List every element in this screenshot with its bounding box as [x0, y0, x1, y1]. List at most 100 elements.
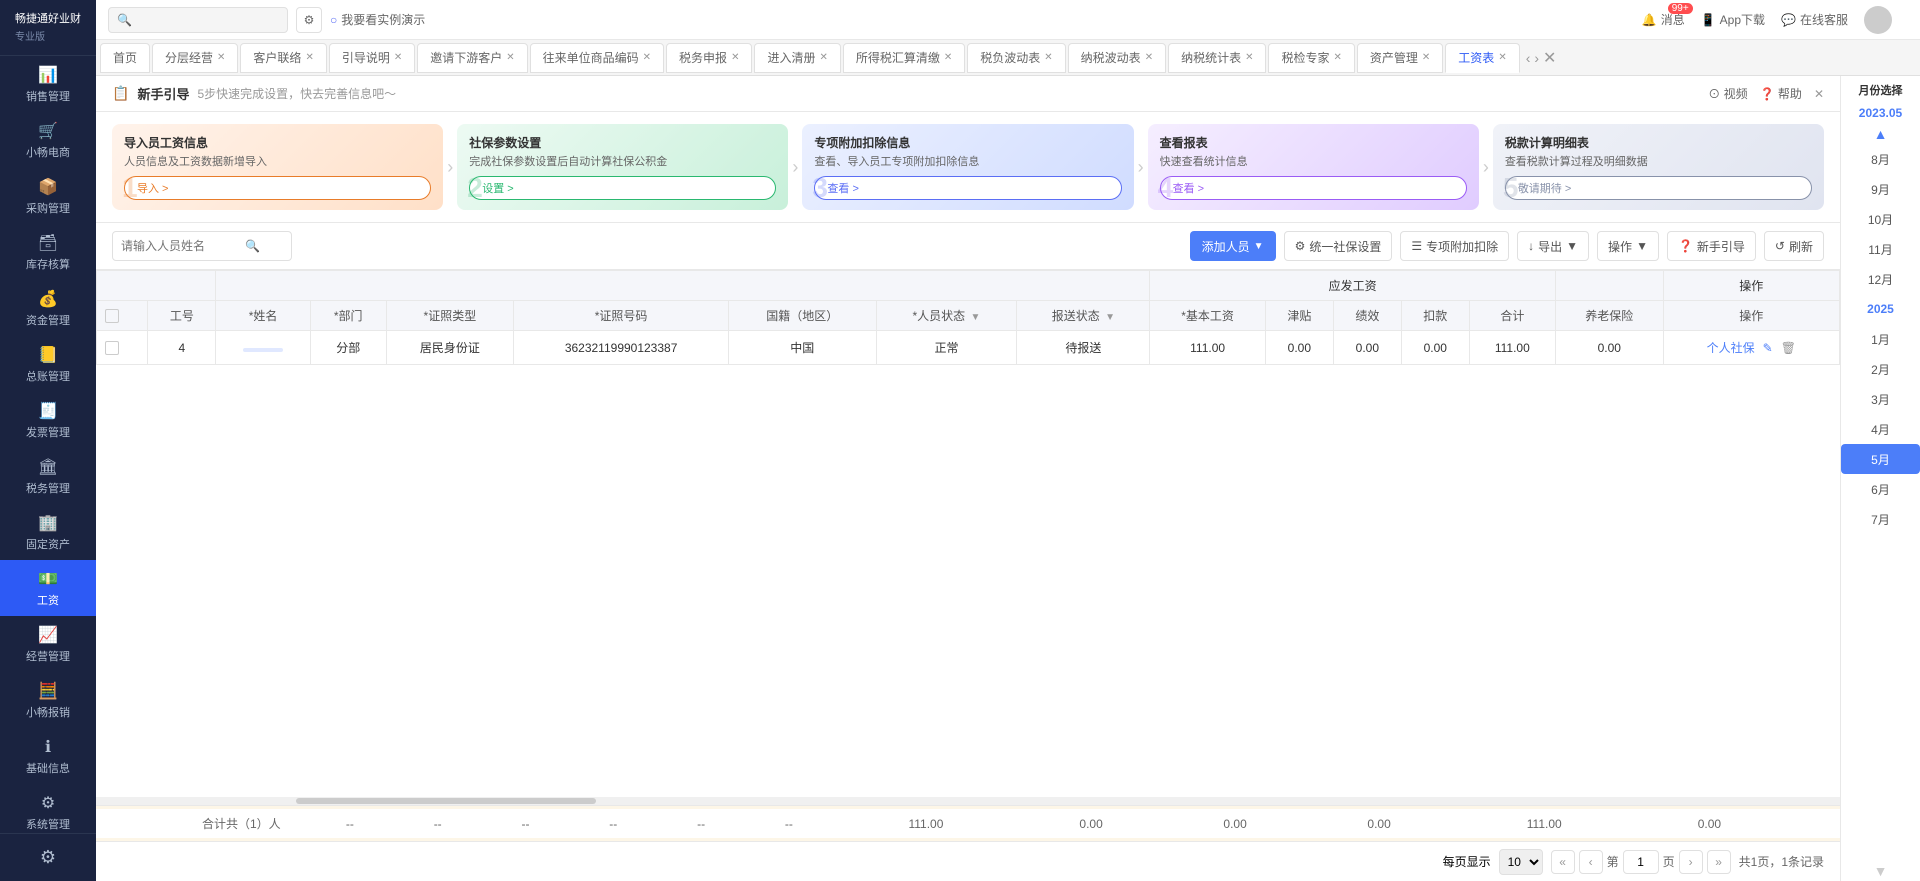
month-item-2月[interactable]: 2月: [1841, 354, 1920, 384]
special-deduction-button[interactable]: ☰ 专项附加扣除: [1400, 231, 1509, 261]
tab-close-icon[interactable]: ✕: [1044, 52, 1052, 63]
operation-button[interactable]: 操作 ▼: [1597, 231, 1659, 261]
tab-close-icon[interactable]: ✕: [1245, 52, 1253, 63]
sidebar-item-固定资产[interactable]: 🏢 固定资产: [0, 504, 96, 560]
tab-税负波动表[interactable]: 税负波动表✕: [967, 43, 1065, 73]
tab-close-icon[interactable]: ✕: [1145, 52, 1153, 63]
month-nav-down-button[interactable]: ▼: [1872, 861, 1890, 881]
month-item-7月[interactable]: 7月: [1841, 504, 1920, 534]
month-item-11月[interactable]: 11月: [1841, 234, 1920, 264]
report-status-filter-icon[interactable]: ▼: [1105, 312, 1115, 323]
tab-close-icon[interactable]: ✕: [944, 52, 952, 63]
tab-客户联络[interactable]: 客户联络✕: [240, 43, 326, 73]
guide-help[interactable]: ❓ 帮助: [1760, 85, 1802, 102]
tab-close-icon[interactable]: ✕: [1498, 52, 1506, 63]
status-filter-icon[interactable]: ▼: [971, 312, 981, 323]
month-item-4月[interactable]: 4月: [1841, 414, 1920, 444]
social-security-settings-button[interactable]: ⚙ 统一社保设置: [1284, 231, 1393, 261]
tab-close-icon[interactable]: ✕: [394, 52, 402, 63]
sidebar-item-税务管理[interactable]: 🏛 税务管理: [0, 448, 96, 504]
sidebar-item-经营管理[interactable]: 📈 经营管理: [0, 616, 96, 672]
sidebar-item-采购管理[interactable]: 📦 采购管理: [0, 168, 96, 224]
sidebar-item-发票管理[interactable]: 🧾 发票管理: [0, 392, 96, 448]
tab-进入清册[interactable]: 进入清册✕: [754, 43, 840, 73]
page-input[interactable]: [1623, 850, 1659, 874]
step-btn-2[interactable]: 设置 >: [469, 176, 776, 200]
employee-search-input[interactable]: [121, 239, 241, 253]
next-page-button[interactable]: ›: [1679, 850, 1703, 874]
tab-close-icon[interactable]: ✕: [731, 52, 739, 63]
employee-search[interactable]: 🔍: [112, 231, 292, 261]
user-avatar[interactable]: [1864, 6, 1892, 34]
settings-button[interactable]: ⚙: [296, 7, 322, 33]
sidebar-item-销售管理[interactable]: 📊 销售管理: [0, 56, 96, 112]
month-item-1月[interactable]: 1月: [1841, 324, 1920, 354]
tab-close-all[interactable]: ✕: [1543, 48, 1556, 68]
month-item-2025[interactable]: 2025: [1841, 294, 1920, 324]
sidebar-item-工资[interactable]: 💵 工资: [0, 560, 96, 616]
step-btn-1[interactable]: 导入 >: [124, 176, 431, 200]
tab-所得税汇算清缴[interactable]: 所得税汇算清缴✕: [843, 43, 965, 73]
refresh-button[interactable]: ↺ 刷新: [1764, 231, 1824, 261]
sidebar-item-系统管理[interactable]: ⚙ 系统管理: [0, 784, 96, 833]
tab-close-icon[interactable]: ✕: [1422, 52, 1430, 63]
tab-close-icon[interactable]: ✕: [506, 52, 514, 63]
month-nav-up-button[interactable]: ▲: [1872, 124, 1890, 144]
last-page-button[interactable]: »: [1707, 850, 1731, 874]
tab-纳税统计表[interactable]: 纳税统计表✕: [1168, 43, 1266, 73]
horizontal-scrollbar[interactable]: [96, 797, 1840, 805]
tab-工资表[interactable]: 工资表✕: [1445, 43, 1519, 73]
sidebar-item-小畅报销[interactable]: 🧮 小畅报销: [0, 672, 96, 728]
tab-close-icon[interactable]: ✕: [643, 52, 651, 63]
guide-video[interactable]: ⊙ 视频: [1708, 85, 1747, 102]
notice-button[interactable]: 🔔 消息 99+: [1642, 11, 1685, 28]
online-service-button[interactable]: 💬 在线客服: [1781, 11, 1848, 28]
search-submit-icon[interactable]: 🔍: [245, 239, 260, 253]
settings-icon[interactable]: ⚙: [40, 847, 56, 868]
tab-close-icon[interactable]: ✕: [217, 52, 225, 63]
prev-page-button[interactable]: ‹: [1579, 850, 1603, 874]
sidebar-item-总账管理[interactable]: 📒 总账管理: [0, 336, 96, 392]
month-item-10月[interactable]: 10月: [1841, 204, 1920, 234]
tab-nav-left[interactable]: ‹: [1526, 50, 1531, 66]
guide-button[interactable]: ❓ 新手引导: [1667, 231, 1756, 261]
sidebar-item-基础信息[interactable]: ℹ 基础信息: [0, 728, 96, 784]
tab-close-icon[interactable]: ✕: [819, 52, 827, 63]
demo-button[interactable]: ○ 我要看实例演示: [330, 11, 425, 28]
tab-资产管理[interactable]: 资产管理✕: [1357, 43, 1443, 73]
tab-分层经营[interactable]: 分层经营✕: [152, 43, 238, 73]
month-item-12月[interactable]: 12月: [1841, 264, 1920, 294]
month-item-6月[interactable]: 6月: [1841, 474, 1920, 504]
sidebar-item-小畅电商[interactable]: 🛒 小畅电商: [0, 112, 96, 168]
tab-税检专家[interactable]: 税检专家✕: [1268, 43, 1354, 73]
first-page-button[interactable]: «: [1551, 850, 1575, 874]
sidebar-item-资金管理[interactable]: 💰 资金管理: [0, 280, 96, 336]
sidebar-item-库存核算[interactable]: 🗃 库存核算: [0, 224, 96, 280]
step-btn-4[interactable]: 查看 >: [1160, 176, 1467, 200]
row-check[interactable]: [105, 341, 119, 355]
select-all-checkbox[interactable]: [105, 309, 119, 323]
tab-close-icon[interactable]: ✕: [305, 52, 313, 63]
tab-邀请下游客户[interactable]: 邀请下游客户✕: [417, 43, 527, 73]
guide-close-button[interactable]: ✕: [1814, 87, 1824, 101]
tab-纳税波动表[interactable]: 纳税波动表✕: [1068, 43, 1166, 73]
scrollbar-thumb[interactable]: [296, 798, 596, 804]
export-button[interactable]: ↓ 导出 ▼: [1517, 231, 1589, 261]
add-employee-button[interactable]: 添加人员 ▼: [1190, 231, 1276, 261]
month-item-5月[interactable]: 5月: [1841, 444, 1920, 474]
page-size-select[interactable]: 10 20 50: [1499, 849, 1543, 875]
delete-icon[interactable]: 🗑: [1781, 341, 1796, 355]
tab-往来单位商品编码[interactable]: 往来单位商品编码✕: [530, 43, 664, 73]
month-item-9月[interactable]: 9月: [1841, 174, 1920, 204]
month-item-8月[interactable]: 8月: [1841, 144, 1920, 174]
tab-税务申报[interactable]: 税务申报✕: [666, 43, 752, 73]
tab-引导说明[interactable]: 引导说明✕: [329, 43, 415, 73]
tab-首页[interactable]: 首页: [100, 43, 150, 73]
personal-insurance-link[interactable]: 个人社保: [1707, 339, 1755, 356]
edit-icon[interactable]: ✎: [1763, 341, 1773, 355]
step-btn-3[interactable]: 查看 >: [814, 176, 1121, 200]
step-btn-5[interactable]: 敬请期待 >: [1505, 176, 1812, 200]
app-download-button[interactable]: 📱 App下载: [1701, 11, 1765, 28]
month-item-3月[interactable]: 3月: [1841, 384, 1920, 414]
tab-close-icon[interactable]: ✕: [1334, 52, 1342, 63]
